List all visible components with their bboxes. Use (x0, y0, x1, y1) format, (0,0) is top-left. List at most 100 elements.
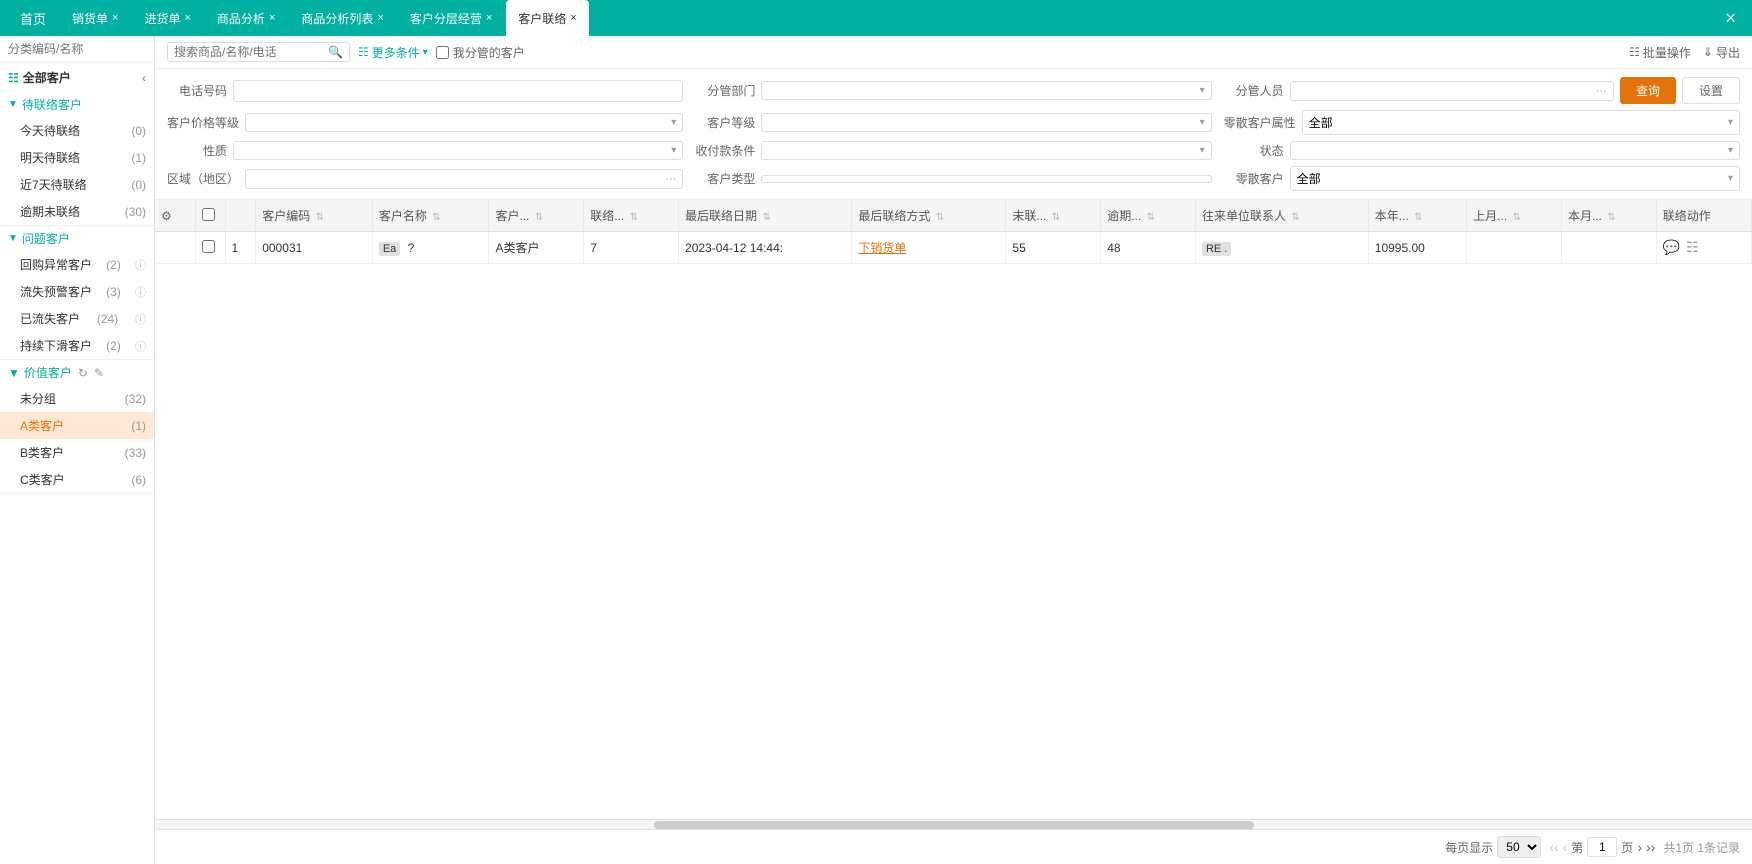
sidebar-section-value-title[interactable]: ▼ 价值客户 ↻ ✎ (0, 360, 154, 385)
sidebar-all-customers-header[interactable]: ☷ 全部客户 ‹ (0, 63, 154, 92)
gear-icon[interactable]: ⚙ (161, 209, 172, 223)
cell-code: 000031 (256, 232, 373, 264)
sidebar-item-declining[interactable]: 持续下滑客户 (2) ⓘ (0, 332, 154, 359)
filter-dept-select[interactable]: ▾ (761, 81, 1211, 100)
row-checkbox[interactable] (202, 240, 215, 253)
sidebar-item-today[interactable]: 今天待联络 (0) (0, 117, 154, 144)
filter-dept-row: 分管部门 ▾ (695, 77, 1211, 104)
sidebar-item-unclassified[interactable]: 未分组 (32) (0, 385, 154, 412)
filter-person-row: 分管人员 ··· 查询 设置 (1224, 77, 1740, 104)
filter-retail-attr-select[interactable]: 全部 ▾ (1302, 110, 1740, 135)
dept-dropdown-icon: ▾ (1200, 85, 1205, 96)
filter-region-select[interactable]: ··· (245, 169, 683, 189)
filter-phone-input[interactable] (233, 80, 683, 102)
sidebar-item-tomorrow[interactable]: 明天待联络 (1) (0, 144, 154, 171)
filter-customer-level-select[interactable]: ▾ (761, 113, 1211, 132)
first-page-button[interactable]: ‹‹ (1549, 839, 1558, 855)
sort-icon-last-method: ⇅ (936, 212, 944, 223)
filter-phone-row: 电话号码 (167, 77, 683, 104)
col-actions: 联络动作 (1656, 200, 1751, 232)
cell-last-month (1467, 232, 1562, 264)
sidebar-item-7days[interactable]: 近7天待联络 (0) (0, 171, 154, 198)
col-contacts: 往来单位联系人 ⇅ (1195, 200, 1368, 232)
retail-customer-dropdown-icon: ▾ (1728, 173, 1733, 184)
sort-icon-this-year: ⇅ (1414, 212, 1422, 223)
query-button[interactable]: 查询 (1620, 77, 1676, 104)
nav-customer-layering[interactable]: 客户分层经营 × (398, 0, 504, 36)
edit-icon[interactable]: ✎ (94, 366, 104, 380)
sidebar-section-problem-title[interactable]: ▼ 问题客户 (0, 226, 154, 251)
cell-no-contact: 55 (1006, 232, 1101, 264)
total-info: 共1页 1条记录 (1663, 839, 1740, 856)
prev-page-button[interactable]: ‹ (1563, 839, 1568, 855)
my-customers-checkbox[interactable] (436, 46, 449, 59)
nav-product-analysis-close[interactable]: × (269, 12, 275, 24)
nav-product-analysis[interactable]: 商品分析 × (205, 0, 287, 36)
select-all-checkbox[interactable] (202, 208, 215, 221)
filter-customer-level-row: 客户等级 ▾ (695, 110, 1211, 135)
nav-customer-contact-close[interactable]: × (570, 12, 576, 24)
cell-last-method[interactable]: 下销货单 (852, 232, 1006, 264)
triangle-icon: ▼ (8, 99, 18, 110)
cell-type: A类客户 (489, 232, 584, 264)
close-all-button[interactable]: × (1717, 8, 1744, 29)
sidebar-collapse-btn[interactable]: ‹ (142, 71, 146, 85)
nav-home[interactable]: 首页 (8, 0, 58, 36)
filter-price-level-select[interactable]: ▾ (245, 113, 683, 132)
nav-product-analysis-list[interactable]: 商品分析列表 × (289, 0, 395, 36)
last-method-link[interactable]: 下销货单 (858, 241, 906, 255)
col-contact-count: 联络... ⇅ (584, 200, 679, 232)
chat-icon[interactable]: 💬 (1663, 239, 1680, 256)
sidebar-section-pending-title[interactable]: ▼ 待联络客户 (0, 92, 154, 117)
filter-price-level-row: 客户价格等级 ▾ (167, 110, 683, 135)
batch-ops-button[interactable]: ☷ 批量操作 (1629, 44, 1691, 61)
page-nav-container: ‹‹ ‹ 第 页 › ›› (1549, 837, 1655, 857)
filter-status-select[interactable]: ▾ (1290, 141, 1740, 160)
export-button[interactable]: ⇓ 导出 (1703, 44, 1740, 61)
filter-payment-row: 收付款条件 ▾ (695, 141, 1211, 160)
setting-button[interactable]: 设置 (1682, 77, 1740, 104)
my-customers-checkbox-label[interactable]: 我分管的客户 (436, 44, 525, 61)
horizontal-scrollbar[interactable] (155, 819, 1752, 829)
info-icon-3: ⓘ (135, 311, 146, 327)
sidebar-item-class-b[interactable]: B类客户 (33) (0, 439, 154, 466)
top-nav: 首页 销货单 × 进货单 × 商品分析 × 商品分析列表 × 客户分层经营 × … (0, 0, 1752, 36)
filter-person-label: 分管人员 (1224, 82, 1284, 99)
nav-customer-layering-close[interactable]: × (486, 12, 492, 24)
page-size-container: 每页显示 50 (1445, 836, 1541, 858)
toolbar-search-icon[interactable]: 🔍 (328, 45, 343, 59)
region-more-icon: ··· (665, 173, 676, 185)
nav-customer-contact[interactable]: 客户联络 × (506, 0, 588, 36)
page-number-input[interactable] (1587, 837, 1617, 857)
last-page-button[interactable]: ›› (1646, 839, 1655, 855)
sidebar-item-repurchase-abnormal[interactable]: 回购异常客户 (2) ⓘ (0, 251, 154, 278)
toolbar-search-input[interactable] (174, 45, 324, 59)
page-size-select[interactable]: 50 (1497, 836, 1541, 858)
nav-purchase-order[interactable]: 进货单 × (132, 0, 202, 36)
nav-purchase-order-close[interactable]: × (184, 12, 190, 24)
filter-nature-select[interactable]: ▾ (233, 141, 683, 160)
next-page-button[interactable]: › (1637, 839, 1642, 855)
filter-customer-level-label: 客户等级 (695, 114, 755, 131)
filter-retail-customer-select[interactable]: 全部 ▾ (1290, 166, 1740, 191)
cell-settings (155, 232, 195, 264)
sort-icon-name: ⇅ (432, 212, 440, 223)
grid-icon[interactable]: ☷ (1686, 239, 1699, 256)
filter-payment-select[interactable]: ▾ (761, 141, 1211, 160)
col-code: 客户编码 ⇅ (256, 200, 373, 232)
sidebar-item-class-a[interactable]: A类客户 (1) (0, 412, 154, 439)
nav-sales-order[interactable]: 销货单 × (60, 0, 130, 36)
nav-sales-order-close[interactable]: × (112, 12, 118, 24)
sidebar-item-churn-warning[interactable]: 流失预警客户 (3) ⓘ (0, 278, 154, 305)
customer-tag: Ea (379, 242, 400, 256)
table-area: ⚙ 客户编码 ⇅ 客户名称 ⇅ (155, 200, 1752, 819)
filter-person-select[interactable]: ··· (1290, 81, 1614, 101)
refresh-icon[interactable]: ↻ (78, 366, 88, 380)
filter-more-button[interactable]: ☷ 更多条件 ▾ (358, 44, 428, 61)
nav-product-analysis-list-close[interactable]: × (377, 12, 383, 24)
sidebar-item-overdue-contact[interactable]: 逾期未联络 (30) (0, 198, 154, 225)
sidebar-search-input[interactable] (8, 42, 155, 56)
sidebar-item-class-c[interactable]: C类客户 (6) (0, 466, 154, 493)
filter-customer-type-select[interactable] (761, 175, 1211, 183)
sidebar-item-churned[interactable]: 已流失客户 (24) ⓘ (0, 305, 154, 332)
